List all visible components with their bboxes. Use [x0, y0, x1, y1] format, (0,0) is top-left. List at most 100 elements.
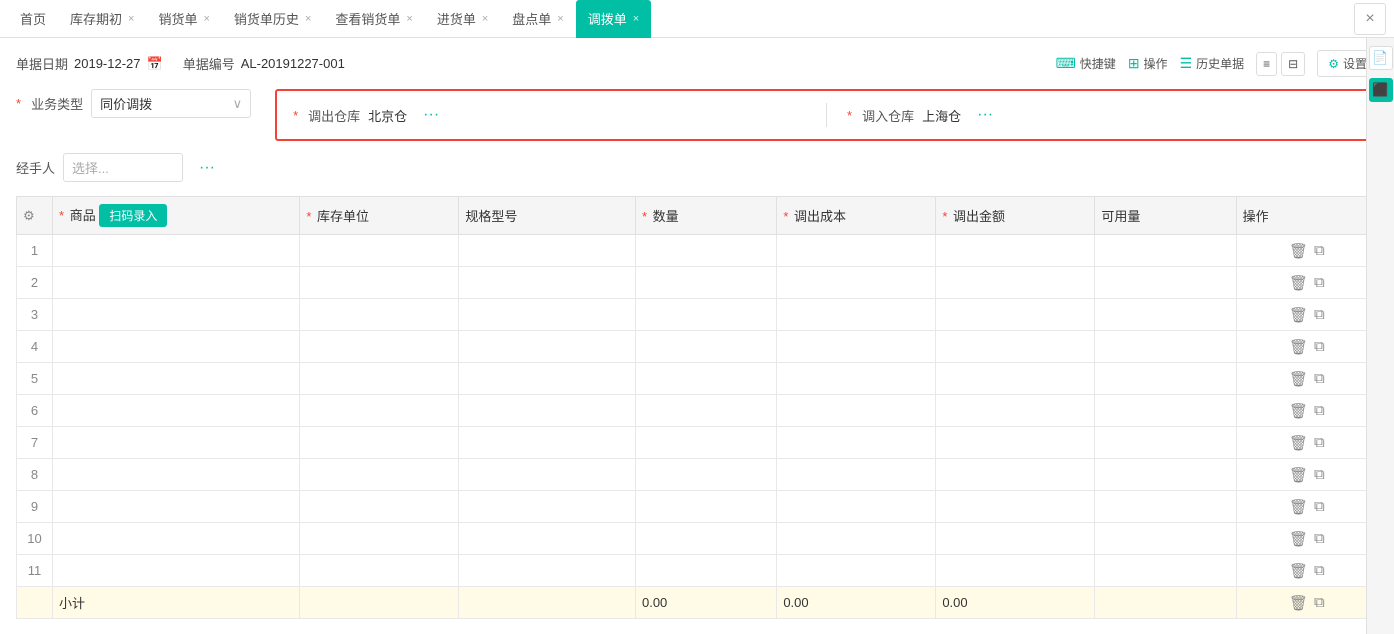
cell-2-6[interactable] [1095, 267, 1236, 299]
tab-home[interactable]: 首页 [8, 0, 58, 38]
tab-close-sales-order[interactable]: × [203, 13, 209, 25]
cell-2-0[interactable] [53, 267, 300, 299]
cell-11-2[interactable] [459, 555, 636, 587]
tab-view-sales[interactable]: 查看销货单 × [323, 0, 424, 38]
cell-6-6[interactable] [1095, 395, 1236, 427]
agent-more-icon[interactable]: ··· [199, 159, 215, 177]
cell-4-3[interactable] [635, 331, 776, 363]
copy-icon-5[interactable]: ⧉ [1314, 370, 1325, 387]
delete-icon-11[interactable]: 🗑 [1289, 562, 1308, 580]
delete-icon-10[interactable]: 🗑 [1289, 530, 1308, 548]
copy-icon-7[interactable]: ⧉ [1314, 434, 1325, 451]
tab-transfer-order[interactable]: 调拨单 × [576, 0, 651, 38]
cell-11-1[interactable] [300, 555, 459, 587]
history-button[interactable]: ☰ 历史单据 [1180, 55, 1245, 72]
delete-icon-7[interactable]: 🗑 [1289, 434, 1308, 452]
cell-4-4[interactable] [777, 331, 936, 363]
cell-10-3[interactable] [635, 523, 776, 555]
layout-btn-2[interactable]: ⊟ [1281, 52, 1305, 76]
subtotal-delete-icon[interactable]: 🗑 [1289, 594, 1308, 612]
scan-input-button[interactable]: 扫码录入 [99, 204, 167, 227]
cell-4-2[interactable] [459, 331, 636, 363]
cell-2-3[interactable] [635, 267, 776, 299]
cell-4-0[interactable] [53, 331, 300, 363]
cell-3-2[interactable] [459, 299, 636, 331]
agent-select[interactable]: 选择... [63, 153, 183, 182]
copy-icon-2[interactable]: ⧉ [1314, 274, 1325, 291]
cell-1-6[interactable] [1095, 235, 1236, 267]
calendar-icon[interactable]: 📅 [147, 56, 163, 72]
cell-4-5[interactable] [936, 331, 1095, 363]
cell-11-5[interactable] [936, 555, 1095, 587]
tab-close-transfer-order[interactable]: × [633, 13, 639, 25]
copy-icon-1[interactable]: ⧉ [1314, 242, 1325, 259]
cell-9-5[interactable] [936, 491, 1095, 523]
cell-9-3[interactable] [635, 491, 776, 523]
delete-icon-1[interactable]: 🗑 [1289, 242, 1308, 260]
cell-5-1[interactable] [300, 363, 459, 395]
tab-inventory-check[interactable]: 盘点单 × [500, 0, 575, 38]
subtotal-copy-icon[interactable]: ⧉ [1314, 594, 1325, 611]
cell-2-1[interactable] [300, 267, 459, 299]
cell-7-2[interactable] [459, 427, 636, 459]
cell-2-2[interactable] [459, 267, 636, 299]
sidebar-expand-button[interactable]: ⬛ [1369, 78, 1393, 102]
cell-6-3[interactable] [635, 395, 776, 427]
in-warehouse-more-icon[interactable]: ··· [977, 106, 993, 124]
cell-7-1[interactable] [300, 427, 459, 459]
delete-icon-5[interactable]: 🗑 [1289, 370, 1308, 388]
copy-icon-4[interactable]: ⧉ [1314, 338, 1325, 355]
delete-icon-4[interactable]: 🗑 [1289, 338, 1308, 356]
cell-1-4[interactable] [777, 235, 936, 267]
business-type-select[interactable]: 同价调拨 ∨ [91, 89, 251, 118]
out-warehouse-more-icon[interactable]: ··· [423, 106, 439, 124]
cell-8-3[interactable] [635, 459, 776, 491]
cell-5-5[interactable] [936, 363, 1095, 395]
cell-5-0[interactable] [53, 363, 300, 395]
cell-3-0[interactable] [53, 299, 300, 331]
cell-8-1[interactable] [300, 459, 459, 491]
cell-1-1[interactable] [300, 235, 459, 267]
cell-10-4[interactable] [777, 523, 936, 555]
cell-10-0[interactable] [53, 523, 300, 555]
cell-11-3[interactable] [635, 555, 776, 587]
cell-1-5[interactable] [936, 235, 1095, 267]
cell-6-0[interactable] [53, 395, 300, 427]
cell-11-4[interactable] [777, 555, 936, 587]
cell-3-5[interactable] [936, 299, 1095, 331]
tab-close-view-sales[interactable]: × [406, 13, 412, 25]
cell-2-4[interactable] [777, 267, 936, 299]
copy-icon-11[interactable]: ⧉ [1314, 562, 1325, 579]
cell-3-1[interactable] [300, 299, 459, 331]
cell-7-4[interactable] [777, 427, 936, 459]
cell-8-5[interactable] [936, 459, 1095, 491]
cell-9-6[interactable] [1095, 491, 1236, 523]
tab-purchase-order[interactable]: 进货单 × [425, 0, 500, 38]
shortcuts-button[interactable]: ⌨ 快捷键 [1056, 55, 1116, 72]
cell-7-5[interactable] [936, 427, 1095, 459]
cell-8-0[interactable] [53, 459, 300, 491]
tab-sales-history[interactable]: 销货单历史 × [222, 0, 323, 38]
tab-close-inventory-init[interactable]: × [128, 13, 134, 25]
delete-icon-8[interactable]: 🗑 [1289, 466, 1308, 484]
window-close-button[interactable]: × [1354, 3, 1386, 35]
copy-icon-9[interactable]: ⧉ [1314, 498, 1325, 515]
cell-10-5[interactable] [936, 523, 1095, 555]
copy-icon-3[interactable]: ⧉ [1314, 306, 1325, 323]
cell-5-2[interactable] [459, 363, 636, 395]
cell-11-6[interactable] [1095, 555, 1236, 587]
cell-9-2[interactable] [459, 491, 636, 523]
cell-8-6[interactable] [1095, 459, 1236, 491]
cell-10-2[interactable] [459, 523, 636, 555]
cell-1-0[interactable] [53, 235, 300, 267]
copy-icon-6[interactable]: ⧉ [1314, 402, 1325, 419]
cell-9-1[interactable] [300, 491, 459, 523]
table-gear-icon[interactable]: ⚙ [23, 208, 35, 223]
cell-10-1[interactable] [300, 523, 459, 555]
layout-btn-1[interactable]: ≡ [1256, 52, 1277, 76]
tab-sales-order[interactable]: 销货单 × [146, 0, 221, 38]
cell-9-4[interactable] [777, 491, 936, 523]
cell-1-2[interactable] [459, 235, 636, 267]
cell-4-1[interactable] [300, 331, 459, 363]
cell-8-2[interactable] [459, 459, 636, 491]
